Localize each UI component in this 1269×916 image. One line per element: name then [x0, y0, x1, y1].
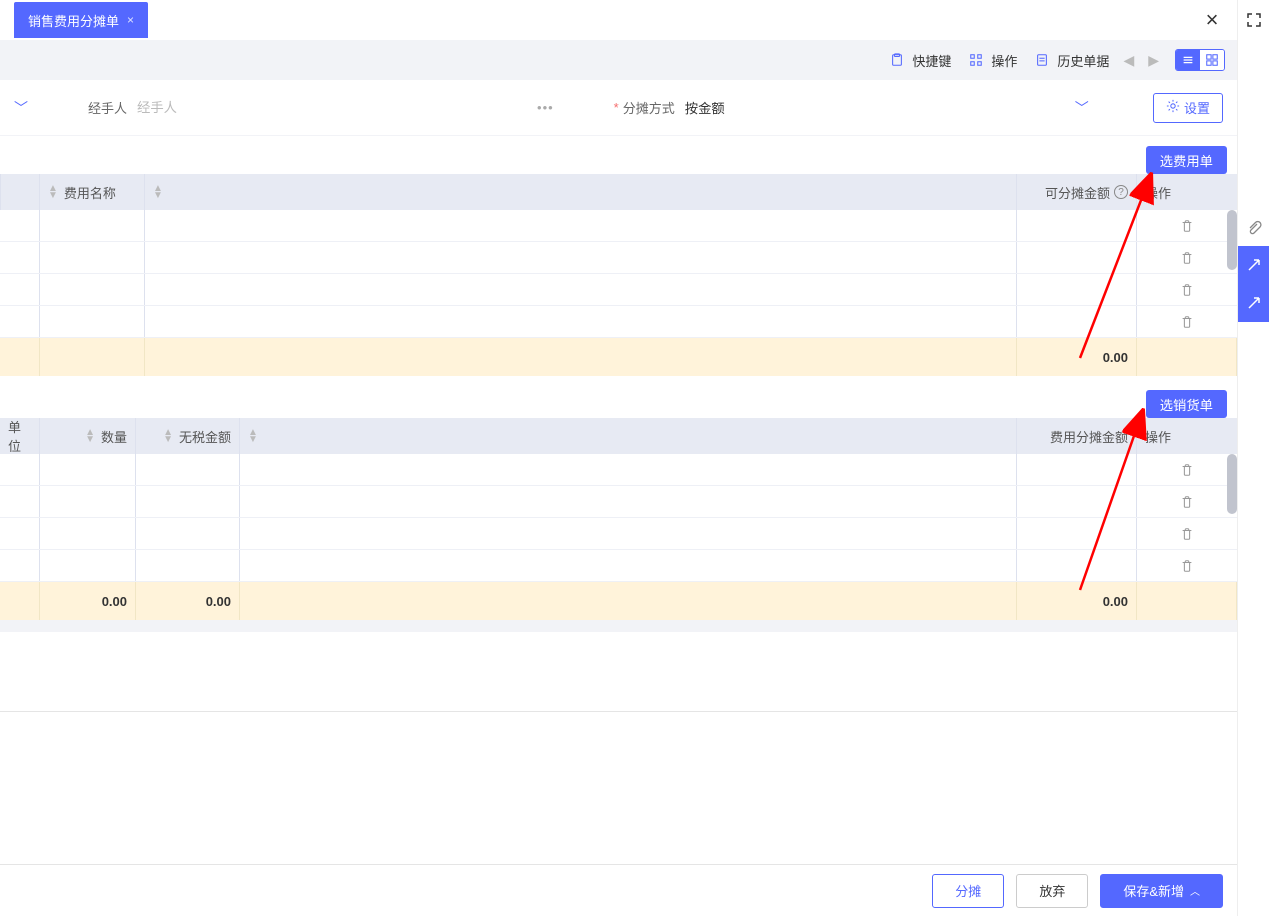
- scrollbar[interactable]: [1227, 210, 1237, 270]
- trash-icon[interactable]: [1180, 315, 1194, 329]
- tab-title: 销售费用分摊单: [28, 11, 119, 30]
- trash-icon[interactable]: [1180, 559, 1194, 573]
- handler-field: 经手人 •••: [88, 93, 554, 123]
- view-card-icon[interactable]: [1200, 50, 1224, 70]
- col-fee-name[interactable]: 费用名称: [64, 183, 116, 202]
- trash-icon[interactable]: [1180, 463, 1194, 477]
- grid-icon: [969, 53, 987, 67]
- clipboard-icon: [890, 53, 908, 67]
- more-icon[interactable]: •••: [537, 100, 554, 115]
- fee-table-header: ▲▼费用名称 ▲▼ 可分摊金额? 操作: [0, 174, 1237, 210]
- shortcut-label: 快捷键: [912, 51, 951, 70]
- attachment-icon[interactable]: [1238, 210, 1269, 246]
- footer: 分摊 放弃 保存&新增︿: [0, 864, 1237, 916]
- select-sales-doc-button[interactable]: 选销货单: [1146, 390, 1227, 418]
- trash-icon[interactable]: [1180, 527, 1194, 541]
- fullscreen-icon[interactable]: [1238, 0, 1269, 40]
- trash-icon[interactable]: [1180, 219, 1194, 233]
- gear-icon: [1166, 99, 1180, 116]
- handler-label: 经手人: [88, 98, 127, 117]
- sum-fee-alloc: 0.00: [1103, 594, 1128, 609]
- distribute-button[interactable]: 分摊: [932, 874, 1004, 908]
- table-row[interactable]: [0, 454, 1237, 486]
- sales-table: 单位 ▲▼数量 ▲▼无税金额 ▲▼ 费用分摊金额 操作 0.00 0.00 0.…: [0, 418, 1237, 620]
- sales-table-body: [0, 454, 1237, 582]
- tab-bar: 销售费用分摊单 × ×: [0, 0, 1237, 40]
- col-unit[interactable]: 单位: [8, 417, 31, 455]
- trash-icon[interactable]: [1180, 495, 1194, 509]
- sum-alloc-amount: 0.00: [1103, 350, 1128, 365]
- tab-close-icon[interactable]: ×: [127, 13, 134, 27]
- method-field: * 分摊方式 ﹀: [614, 93, 1089, 123]
- table-row[interactable]: [0, 242, 1237, 274]
- table-row[interactable]: [0, 306, 1237, 338]
- chevron-down-icon[interactable]: ﹀: [14, 98, 28, 118]
- col-op: 操作: [1145, 183, 1171, 202]
- table2-toolbar: 选销货单: [0, 376, 1237, 418]
- method-label: 分摊方式: [623, 98, 675, 117]
- sum-qty: 0.00: [102, 594, 127, 609]
- view-toggle: [1175, 49, 1225, 71]
- toolbar: 快捷键 操作 历史单据 ◀ ▶: [0, 40, 1237, 80]
- expand-icon-2[interactable]: [1238, 284, 1269, 322]
- chevron-down-icon[interactable]: ﹀: [1075, 98, 1089, 118]
- tab-active[interactable]: 销售费用分摊单 ×: [14, 2, 148, 38]
- method-input[interactable]: [685, 93, 1065, 123]
- prev-doc-arrow[interactable]: ◀: [1123, 52, 1134, 69]
- trash-icon[interactable]: [1180, 283, 1194, 297]
- fee-table: ▲▼费用名称 ▲▼ 可分摊金额? 操作 0.00: [0, 174, 1237, 376]
- scrollbar[interactable]: [1227, 454, 1237, 514]
- settings-label: 设置: [1184, 98, 1210, 117]
- col-notax[interactable]: 无税金额: [179, 427, 231, 446]
- shortcut-link[interactable]: 快捷键: [890, 51, 951, 70]
- sum-notax: 0.00: [206, 594, 231, 609]
- history-link[interactable]: 历史单据: [1035, 51, 1109, 70]
- view-list-icon[interactable]: [1176, 50, 1200, 70]
- col-qty[interactable]: 数量: [101, 427, 127, 446]
- next-doc-arrow[interactable]: ▶: [1148, 52, 1159, 69]
- operate-label: 操作: [991, 51, 1017, 70]
- expand-icon[interactable]: [1238, 246, 1269, 284]
- table-row[interactable]: [0, 550, 1237, 582]
- sales-table-header: 单位 ▲▼数量 ▲▼无税金额 ▲▼ 费用分摊金额 操作: [0, 418, 1237, 454]
- settings-button[interactable]: 设置: [1153, 93, 1223, 123]
- table-row[interactable]: [0, 274, 1237, 306]
- history-label: 历史单据: [1057, 51, 1109, 70]
- required-asterisk: *: [614, 100, 619, 115]
- help-icon[interactable]: ?: [1114, 185, 1128, 199]
- table1-toolbar: 选费用单: [0, 136, 1237, 174]
- fee-table-body: [0, 210, 1237, 338]
- fee-table-sum: 0.00: [0, 338, 1237, 376]
- document-icon: [1035, 53, 1053, 67]
- form-row: ﹀ 经手人 ••• * 分摊方式 ﹀ 设置: [0, 80, 1237, 136]
- trash-icon[interactable]: [1180, 251, 1194, 265]
- col-op2: 操作: [1145, 427, 1171, 446]
- sales-table-sum: 0.00 0.00 0.00: [0, 582, 1237, 620]
- chevron-up-icon: ︿: [1190, 883, 1200, 898]
- select-fee-doc-button[interactable]: 选费用单: [1146, 146, 1227, 174]
- discard-button[interactable]: 放弃: [1016, 874, 1088, 908]
- table-row[interactable]: [0, 518, 1237, 550]
- col-fee-alloc[interactable]: 费用分摊金额: [1050, 427, 1128, 446]
- handler-input[interactable]: [137, 93, 537, 123]
- close-page-button[interactable]: ×: [1197, 0, 1227, 40]
- table-row[interactable]: [0, 486, 1237, 518]
- right-sidebar: [1237, 0, 1269, 916]
- col-alloc-amount[interactable]: 可分摊金额: [1045, 183, 1110, 202]
- notes-area: [0, 632, 1237, 712]
- save-new-button[interactable]: 保存&新增︿: [1100, 874, 1223, 908]
- operate-link[interactable]: 操作: [969, 51, 1017, 70]
- table-row[interactable]: [0, 210, 1237, 242]
